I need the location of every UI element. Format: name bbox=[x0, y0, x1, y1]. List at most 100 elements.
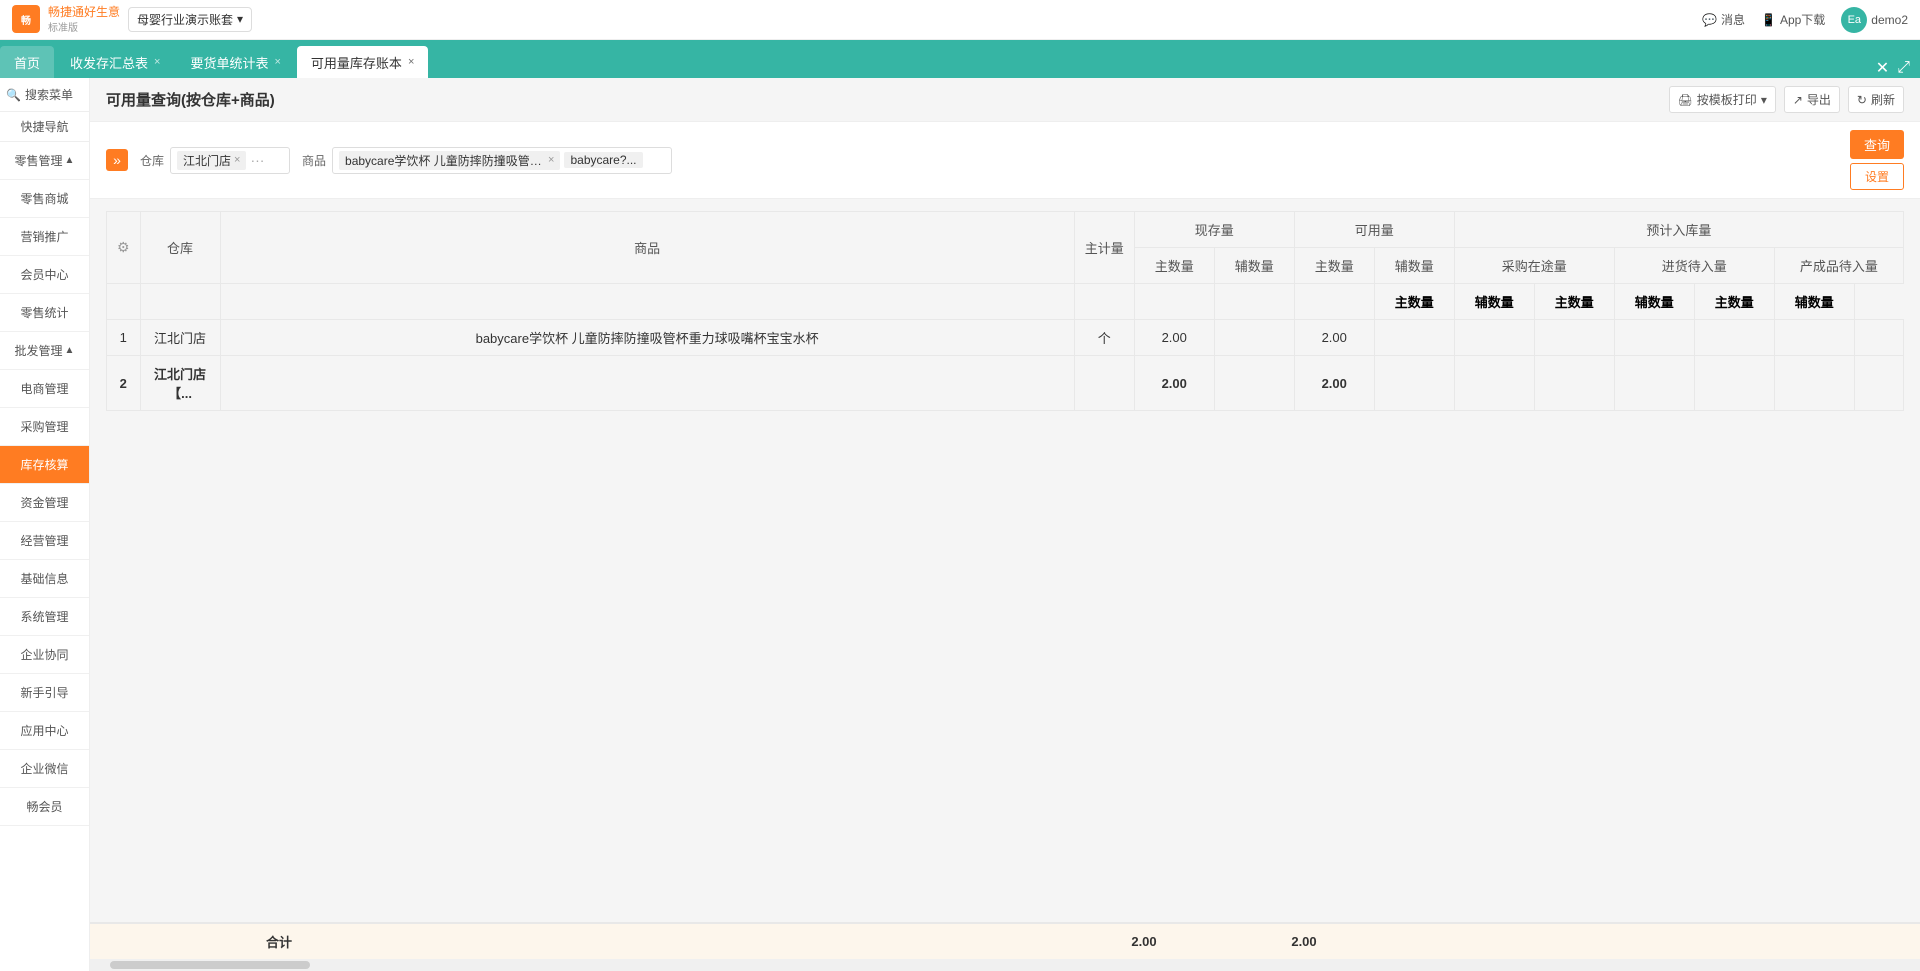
user-info[interactable]: Ea demo2 bbox=[1841, 7, 1908, 33]
table-footer: 合计 2.00 2.00 bbox=[90, 922, 1920, 959]
tab-order-label: 要货单统计表 bbox=[190, 53, 268, 72]
row2-unit bbox=[1074, 356, 1134, 411]
chevron-down-icon: ▾ bbox=[1761, 93, 1767, 107]
sidebar-item-app-center[interactable]: 应用中心 bbox=[0, 712, 89, 750]
col-finished-main: 主数量 bbox=[1694, 284, 1774, 320]
sidebar-item-inventory[interactable]: 库存核算 bbox=[0, 446, 89, 484]
chevron-icon: ▲ bbox=[65, 345, 75, 356]
chevron-icon: ▲ bbox=[65, 155, 75, 166]
message-btn[interactable]: 💬 消息 bbox=[1702, 11, 1745, 28]
col-available-header: 可用量 bbox=[1294, 212, 1454, 248]
sidebar-item-wholesale[interactable]: 批发管理 ▲ bbox=[0, 332, 89, 370]
top-bar-right: 💬 消息 📱 App下载 Ea demo2 bbox=[1702, 7, 1908, 33]
row2-warehouse: 江北门店【... bbox=[140, 356, 220, 411]
product-input[interactable]: babycare学饮杯 儿童防摔防撞吸管杯重力球吸嘴杯宝宝水杯 × babyca… bbox=[332, 147, 672, 174]
sidebar-item-newbie[interactable]: 新手引导 bbox=[0, 674, 89, 712]
sidebar-item-finance[interactable]: 资金管理 bbox=[0, 484, 89, 522]
close-icon[interactable]: × bbox=[408, 56, 414, 68]
product-label: 商品 bbox=[302, 152, 326, 169]
tab-available-label: 可用量库存账本 bbox=[311, 53, 402, 72]
main-layout: 🔍 搜索菜单 快捷导航 零售管理 ▲ 零售商城 营销推广 会员中心 零售统计 批… bbox=[0, 78, 1920, 971]
col-sub-blank3 bbox=[220, 284, 1074, 320]
expand-icon[interactable]: ⤢ bbox=[1897, 59, 1910, 77]
horizontal-scrollbar[interactable] bbox=[90, 959, 1920, 971]
data-table: ⚙ 仓库 商品 主计量 现存量 可用量 预计入库量 主数量 辅数量 主数量 辅数… bbox=[106, 211, 1904, 411]
filter-actions: 查询 设置 bbox=[1850, 130, 1904, 190]
close-all-icon[interactable]: ✕ bbox=[1876, 58, 1889, 78]
col-stock-header: 现存量 bbox=[1134, 212, 1294, 248]
gear-icon[interactable]: ⚙ bbox=[117, 239, 130, 255]
row1-avail-aux bbox=[1374, 320, 1454, 356]
sidebar-item-purchase[interactable]: 采购管理 bbox=[0, 408, 89, 446]
sidebar-item-vip[interactable]: 畅会员 bbox=[0, 788, 89, 826]
close-icon[interactable]: × bbox=[274, 56, 280, 68]
close-icon[interactable]: × bbox=[154, 56, 160, 68]
tab-home[interactable]: 首页 bbox=[0, 46, 54, 78]
col-sub-blank1 bbox=[107, 284, 141, 320]
warehouse-input[interactable]: 江北门店 × ··· bbox=[170, 147, 290, 174]
tab-order-stats[interactable]: 要货单统计表 × bbox=[176, 46, 294, 78]
row1-product: babycare学饮杯 儿童防摔防撞吸管杯重力球吸嘴杯宝宝水杯 bbox=[220, 320, 1074, 356]
footer-pt-aux bbox=[1504, 934, 1584, 949]
warehouse-label: 仓库 bbox=[140, 152, 164, 169]
search-icon: 🔍 bbox=[6, 88, 21, 102]
table-row: 2 江北门店【... 2.00 2.00 bbox=[107, 356, 1904, 411]
product-filter: 商品 babycare学饮杯 儿童防摔防撞吸管杯重力球吸嘴杯宝宝水杯 × bab… bbox=[302, 147, 672, 174]
row2-seq: 2 bbox=[107, 356, 141, 411]
col-purchase-transit-header: 采购在途量 bbox=[1454, 248, 1614, 284]
refresh-btn[interactable]: ↻ 刷新 bbox=[1848, 86, 1904, 113]
sidebar-item-wechat-biz[interactable]: 企业微信 bbox=[0, 750, 89, 788]
sidebar-search[interactable]: 🔍 搜索菜单 bbox=[0, 78, 89, 112]
sidebar-quick-nav[interactable]: 快捷导航 bbox=[0, 112, 89, 142]
tab-receive-label: 收发存汇总表 bbox=[70, 53, 148, 72]
brand-sub: 标准版 bbox=[48, 19, 120, 34]
query-btn[interactable]: 查询 bbox=[1850, 130, 1904, 159]
template-print-btn[interactable]: 🖨 按模板打印 ▾ bbox=[1669, 86, 1776, 113]
row2-pp-aux bbox=[1694, 356, 1774, 411]
sidebar-item-basic-info[interactable]: 基础信息 bbox=[0, 560, 89, 598]
more-dots[interactable]: ··· bbox=[250, 152, 264, 168]
sidebar-item-operations[interactable]: 经营管理 bbox=[0, 522, 89, 560]
tab-available-stock[interactable]: 可用量库存账本 × bbox=[297, 46, 428, 78]
footer-pp-main bbox=[1584, 934, 1664, 949]
row2-pt-aux bbox=[1534, 356, 1614, 411]
footer-stock-aux bbox=[1184, 934, 1264, 949]
tab-actions: ✕ ⤢ bbox=[1866, 58, 1920, 78]
export-btn[interactable]: ↗ 导出 bbox=[1784, 86, 1840, 113]
avatar: Ea bbox=[1841, 7, 1867, 33]
col-finished-aux: 辅数量 bbox=[1774, 284, 1854, 320]
sidebar-item-retail-mgmt[interactable]: 零售管理 ▲ bbox=[0, 142, 89, 180]
col-unit-header: 主计量 bbox=[1074, 212, 1134, 284]
remove-product-tag-1[interactable]: × bbox=[548, 154, 554, 166]
row2-avail-main: 2.00 bbox=[1294, 356, 1374, 411]
remove-warehouse-tag[interactable]: × bbox=[234, 154, 240, 166]
sidebar-item-system[interactable]: 系统管理 bbox=[0, 598, 89, 636]
phone-icon: 📱 bbox=[1761, 13, 1776, 27]
sidebar-item-retail-stats[interactable]: 零售统计 bbox=[0, 294, 89, 332]
product-tag-2: babycare?... bbox=[564, 152, 642, 168]
col-sub-blank2 bbox=[140, 284, 220, 320]
col-purchase-transit-main: 主数量 bbox=[1374, 284, 1454, 320]
col-warehouse-header: 仓库 bbox=[140, 212, 220, 284]
sidebar-item-member[interactable]: 会员中心 bbox=[0, 256, 89, 294]
nav-tabs: 首页 收发存汇总表 × 要货单统计表 × 可用量库存账本 × ✕ ⤢ bbox=[0, 40, 1920, 78]
col-sub-blank6 bbox=[1214, 284, 1294, 320]
scrollbar-thumb[interactable] bbox=[110, 961, 310, 969]
app-download-btn[interactable]: 📱 App下载 bbox=[1761, 11, 1825, 28]
settings-btn[interactable]: 设置 bbox=[1850, 163, 1904, 190]
col-sub-blank7 bbox=[1294, 284, 1374, 320]
page-title: 可用量查询(按仓库+商品) bbox=[106, 89, 275, 110]
footer-avail-aux bbox=[1344, 934, 1424, 949]
tab-receive-summary[interactable]: 收发存汇总表 × bbox=[56, 46, 174, 78]
industry-select[interactable]: 母婴行业演示账套 ▾ bbox=[128, 7, 252, 32]
footer-fp-aux bbox=[1824, 934, 1904, 949]
content-area: 可用量查询(按仓库+商品) 🖨 按模板打印 ▾ ↗ 导出 ↻ 刷新 bbox=[90, 78, 1920, 971]
sidebar-item-enterprise[interactable]: 企业协同 bbox=[0, 636, 89, 674]
sidebar-item-retail-mall[interactable]: 零售商城 bbox=[0, 180, 89, 218]
filter-expand-btn[interactable]: » bbox=[106, 149, 128, 171]
top-bar-left: 畅 畅捷通好生意 标准版 母婴行业演示账套 ▾ bbox=[12, 5, 252, 34]
sidebar-item-ecommerce[interactable]: 电商管理 bbox=[0, 370, 89, 408]
sidebar-item-marketing[interactable]: 营销推广 bbox=[0, 218, 89, 256]
footer-pp-aux bbox=[1664, 934, 1744, 949]
footer-avail-main: 2.00 bbox=[1264, 934, 1344, 949]
